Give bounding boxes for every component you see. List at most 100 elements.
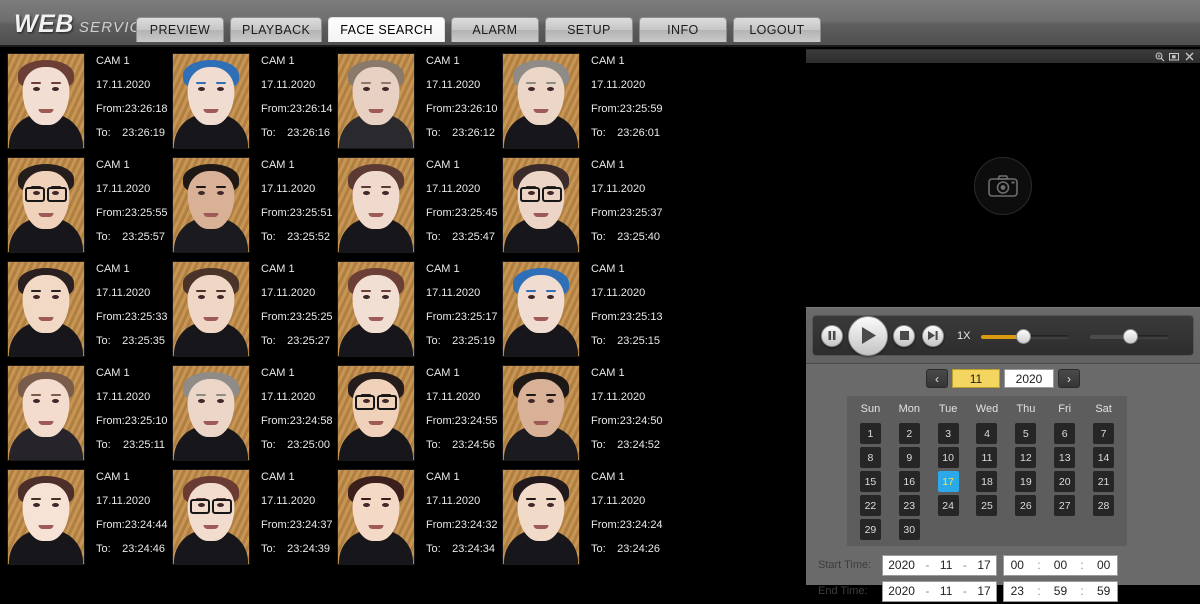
tab-setup[interactable]: SETUP — [544, 17, 633, 42]
snapshot-icon[interactable] — [1169, 51, 1180, 62]
calendar-day[interactable]: 20 — [1054, 471, 1076, 492]
face-result-card[interactable]: CAM 1 17.11.2020 From: 23:25:25 To: 23:25:27 — [165, 257, 333, 361]
calendar-day[interactable]: 2 — [898, 423, 920, 444]
calendar-day[interactable]: 4 — [976, 423, 998, 444]
calendar-day[interactable]: 21 — [1093, 471, 1115, 492]
face-result-card[interactable]: CAM 1 17.11.2020 From: 23:24:32 To: 23:24:34 — [330, 465, 498, 569]
video-stage[interactable] — [806, 63, 1200, 308]
calendar-day[interactable]: 8 — [859, 447, 881, 468]
face-thumbnail[interactable] — [7, 261, 85, 357]
calendar-day[interactable]: 29 — [859, 519, 881, 540]
face-thumbnail[interactable] — [502, 157, 580, 253]
tab-playback[interactable]: PLAYBACK — [230, 17, 323, 42]
tab-logout[interactable]: LOGOUT — [732, 17, 821, 42]
calendar-day[interactable]: 22 — [859, 495, 881, 516]
face-result-card[interactable]: CAM 1 17.11.2020 From: 23:24:58 To: 23:25:00 — [165, 361, 333, 465]
face-result-card[interactable]: CAM 1 17.11.2020 From: 23:24:50 To: 23:24:52 — [495, 361, 663, 465]
face-result-card[interactable]: CAM 1 17.11.2020 From: 23:25:37 To: 23:25:40 — [495, 153, 663, 257]
face-result-card[interactable]: CAM 1 17.11.2020 From: 23:24:37 To: 23:24:39 — [165, 465, 333, 569]
volume-slider[interactable] — [1090, 327, 1169, 345]
calendar-day[interactable]: 5 — [1015, 423, 1037, 444]
stop-button[interactable] — [893, 324, 915, 347]
face-thumbnail[interactable] — [172, 157, 250, 253]
face-thumbnail[interactable] — [502, 469, 580, 565]
start-date-field[interactable]: 2020 - 11 - 17 — [882, 554, 997, 576]
calendar-day[interactable]: 9 — [898, 447, 920, 468]
end-clock-field[interactable]: 23 : 59 : 59 — [1003, 580, 1118, 602]
face-result-card[interactable]: CAM 1 17.11.2020 From: 23:24:24 To: 23:24:26 — [495, 465, 663, 569]
calendar-day[interactable]: 13 — [1054, 447, 1076, 468]
calendar-day[interactable]: 6 — [1054, 423, 1076, 444]
face-result-card[interactable]: CAM 1 17.11.2020 From: 23:25:10 To: 23:25:11 — [0, 361, 168, 465]
face-result-card[interactable]: CAM 1 17.11.2020 From: 23:24:55 To: 23:24:56 — [330, 361, 498, 465]
calendar-day[interactable]: 28 — [1093, 495, 1115, 516]
start-clock-field[interactable]: 00 : 00 : 00 — [1003, 554, 1118, 576]
face-result-card[interactable]: CAM 1 17.11.2020 From: 23:25:45 To: 23:25:47 — [330, 153, 498, 257]
calendar-day[interactable]: 27 — [1054, 495, 1076, 516]
calendar-day[interactable]: 19 — [1015, 471, 1037, 492]
progress-slider[interactable] — [981, 327, 1070, 345]
calendar-day[interactable]: 25 — [976, 495, 998, 516]
date-row: 17.11.2020 — [261, 184, 330, 208]
face-thumbnail[interactable] — [337, 261, 415, 357]
face-thumbnail[interactable] — [172, 469, 250, 565]
calendar-day[interactable]: 24 — [937, 495, 959, 516]
face-result-card[interactable]: CAM 1 17.11.2020 From: 23:26:10 To: 23:26:12 — [330, 49, 498, 153]
pause-button[interactable] — [821, 324, 843, 347]
calendar-month-field[interactable]: 11 — [952, 369, 1000, 388]
zoom-icon[interactable] — [1154, 51, 1165, 62]
tab-preview[interactable]: PREVIEW — [136, 17, 224, 42]
face-thumbnail[interactable] — [7, 365, 85, 461]
calendar-day[interactable]: 10 — [937, 447, 959, 468]
face-thumbnail[interactable] — [7, 53, 85, 149]
face-result-card[interactable]: CAM 1 17.11.2020 From: 23:26:14 To: 23:26:16 — [165, 49, 333, 153]
face-result-card[interactable]: CAM 1 17.11.2020 From: 23:25:13 To: 23:25:15 — [495, 257, 663, 361]
tab-face-search[interactable]: FACE SEARCH — [328, 17, 445, 42]
from-time: 23:24:24 — [619, 519, 663, 531]
calendar-day[interactable]: 17 — [937, 471, 959, 492]
face-thumbnail[interactable] — [337, 157, 415, 253]
face-thumbnail[interactable] — [172, 53, 250, 149]
next-month-button[interactable]: › — [1058, 369, 1080, 388]
face-result-card[interactable]: CAM 1 17.11.2020 From: 23:25:17 To: 23:25:19 — [330, 257, 498, 361]
calendar-day[interactable]: 3 — [937, 423, 959, 444]
calendar-year-field[interactable]: 2020 — [1004, 369, 1054, 388]
face-result-card[interactable]: CAM 1 17.11.2020 From: 23:25:55 To: 23:25:57 — [0, 153, 168, 257]
calendar-day[interactable]: 15 — [859, 471, 881, 492]
face-thumbnail[interactable] — [502, 53, 580, 149]
face-thumbnail[interactable] — [7, 157, 85, 253]
face-result-card[interactable]: CAM 1 17.11.2020 From: 23:25:33 To: 23:25:35 — [0, 257, 168, 361]
calendar-day[interactable]: 18 — [976, 471, 998, 492]
calendar-day[interactable]: 12 — [1015, 447, 1037, 468]
calendar-day[interactable]: 30 — [898, 519, 920, 540]
next-frame-button[interactable] — [922, 324, 944, 347]
volume-slider-knob[interactable] — [1123, 328, 1139, 344]
calendar-day[interactable]: 16 — [898, 471, 920, 492]
face-thumbnail[interactable] — [7, 469, 85, 565]
tab-info[interactable]: INFO — [638, 17, 727, 42]
end-date-field[interactable]: 2020 - 11 - 17 — [882, 580, 997, 602]
progress-slider-knob[interactable] — [1016, 328, 1032, 344]
calendar-day[interactable]: 11 — [976, 447, 998, 468]
face-result-card[interactable]: CAM 1 17.11.2020 From: 23:26:18 To: 23:26:19 — [0, 49, 168, 153]
face-result-card[interactable]: CAM 1 17.11.2020 From: 23:25:51 To: 23:25:52 — [165, 153, 333, 257]
face-thumbnail[interactable] — [337, 469, 415, 565]
face-thumbnail[interactable] — [337, 53, 415, 149]
calendar-day[interactable]: 7 — [1093, 423, 1115, 444]
face-thumbnail[interactable] — [337, 365, 415, 461]
face-thumbnail[interactable] — [172, 365, 250, 461]
face-result-card[interactable]: CAM 1 17.11.2020 From: 23:24:44 To: 23:24:46 — [0, 465, 168, 569]
calendar-day[interactable]: 23 — [898, 495, 920, 516]
face-thumbnail[interactable] — [502, 261, 580, 357]
play-button[interactable] — [848, 315, 888, 356]
calendar-day[interactable]: 26 — [1015, 495, 1037, 516]
calendar-day[interactable]: 14 — [1093, 447, 1115, 468]
face-thumbnail[interactable] — [172, 261, 250, 357]
face-thumbnail[interactable] — [502, 365, 580, 461]
tab-alarm[interactable]: ALARM — [450, 17, 539, 42]
end-minute: 59 — [1053, 584, 1068, 598]
close-icon[interactable] — [1184, 51, 1195, 62]
face-result-card[interactable]: CAM 1 17.11.2020 From: 23:25:59 To: 23:26:01 — [495, 49, 663, 153]
calendar-day[interactable]: 1 — [859, 423, 881, 444]
prev-month-button[interactable]: ‹ — [926, 369, 948, 388]
